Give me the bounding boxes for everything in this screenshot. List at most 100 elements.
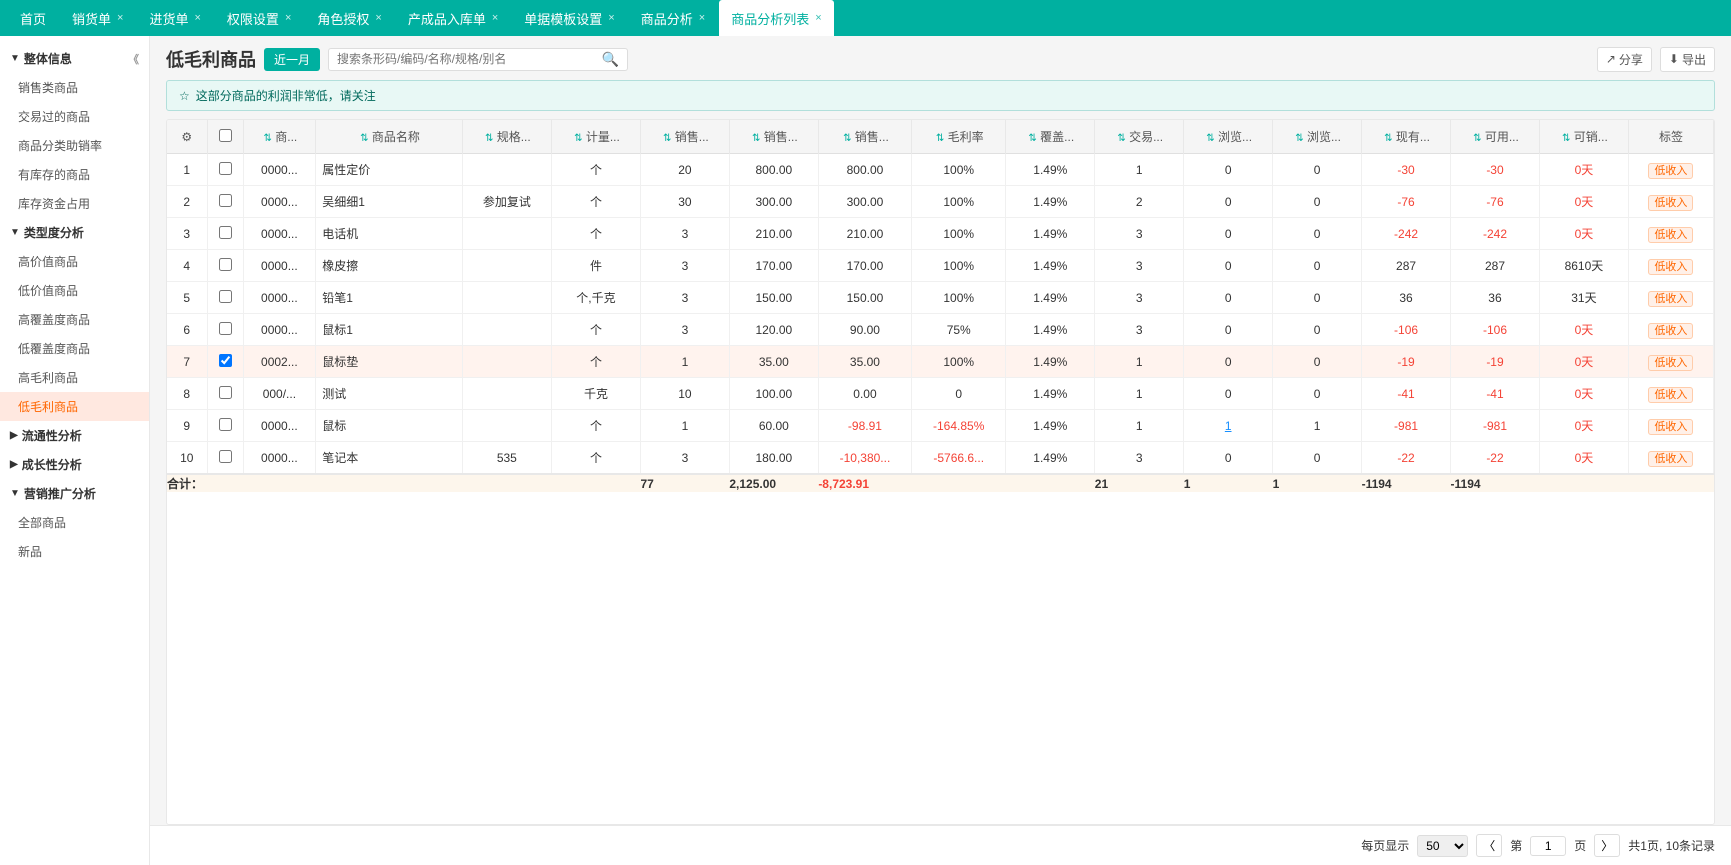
sort-icon[interactable]: ⇅ bbox=[1028, 133, 1036, 144]
row-checkbox[interactable] bbox=[207, 410, 243, 442]
row-sales-price: 120.00 bbox=[729, 314, 818, 346]
row-checkbox[interactable] bbox=[207, 442, 243, 475]
row-available: -19 bbox=[1451, 346, 1540, 378]
row-available: -106 bbox=[1451, 314, 1540, 346]
row-sales-profit: -10,380... bbox=[818, 442, 911, 475]
sort-icon[interactable]: ⇅ bbox=[1295, 133, 1303, 144]
row-trade-count: 3 bbox=[1095, 250, 1184, 282]
sidebar-item-low-coverage[interactable]: 低覆盖度商品 bbox=[0, 334, 149, 363]
sort-icon[interactable]: ⇅ bbox=[485, 133, 493, 144]
sidebar-item-high-margin[interactable]: 高毛利商品 bbox=[0, 363, 149, 392]
settings-column-header[interactable]: ⚙ bbox=[167, 120, 207, 154]
row-coverage: 1.49% bbox=[1006, 154, 1095, 186]
close-icon[interactable]: × bbox=[285, 12, 291, 24]
sidebar-item-stock-capital[interactable]: 库存资金占用 bbox=[0, 189, 149, 218]
row-current: -106 bbox=[1362, 314, 1451, 346]
row-checkbox[interactable] bbox=[207, 314, 243, 346]
sidebar-item-category-rate[interactable]: 商品分类助销率 bbox=[0, 131, 149, 160]
sort-icon[interactable]: ⇅ bbox=[936, 133, 944, 144]
sort-icon[interactable]: ⇅ bbox=[1562, 133, 1570, 144]
nav-item-permissions[interactable]: 权限设置 × bbox=[215, 0, 303, 36]
footer-row: 合计： 77 2,125.00 -8,723.91 21 1 1 -1194 -… bbox=[167, 474, 1714, 492]
sidebar-item-high-coverage[interactable]: 高覆盖度商品 bbox=[0, 305, 149, 334]
select-all-checkbox[interactable] bbox=[219, 129, 232, 142]
search-input[interactable] bbox=[337, 52, 602, 66]
sidebar-item-traded-goods[interactable]: 交易过的商品 bbox=[0, 102, 149, 131]
page-number-input[interactable] bbox=[1530, 836, 1566, 856]
sidebar-item-in-stock[interactable]: 有库存的商品 bbox=[0, 160, 149, 189]
sidebar-item-all-goods[interactable]: 全部商品 bbox=[0, 508, 149, 537]
close-icon[interactable]: × bbox=[375, 12, 381, 24]
close-icon[interactable]: × bbox=[608, 12, 614, 24]
row-checkbox[interactable] bbox=[207, 282, 243, 314]
chevron-down-icon: ▼ bbox=[10, 488, 20, 499]
nav-item-purchase[interactable]: 进货单 × bbox=[137, 0, 212, 36]
nav-item-template[interactable]: 单据模板设置 × bbox=[512, 0, 626, 36]
row-unit: 件 bbox=[552, 250, 641, 282]
row-available: -22 bbox=[1451, 442, 1540, 475]
close-icon[interactable]: × bbox=[699, 12, 705, 24]
sort-icon[interactable]: ⇅ bbox=[264, 133, 272, 144]
nav-item-product-analysis-list[interactable]: 商品分析列表 × bbox=[719, 0, 833, 36]
row-checkbox[interactable] bbox=[207, 186, 243, 218]
nav-item-product-analysis[interactable]: 商品分析 × bbox=[629, 0, 717, 36]
sort-icon[interactable]: ⇅ bbox=[843, 133, 851, 144]
row-checkbox[interactable] bbox=[207, 250, 243, 282]
sort-icon[interactable]: ⇅ bbox=[574, 133, 582, 144]
close-icon[interactable]: × bbox=[815, 12, 821, 24]
sort-icon[interactable]: ⇅ bbox=[752, 133, 760, 144]
row-coverage: 1.49% bbox=[1006, 410, 1095, 442]
sidebar-item-high-value[interactable]: 高价值商品 bbox=[0, 247, 149, 276]
share-button[interactable]: ↗ 分享 bbox=[1597, 47, 1652, 72]
sidebar-item-low-margin[interactable]: 低毛利商品 bbox=[0, 392, 149, 421]
nav-item-home[interactable]: 首页 bbox=[8, 0, 58, 36]
close-icon[interactable]: × bbox=[492, 12, 498, 24]
settings-icon[interactable]: ⚙ bbox=[181, 130, 192, 144]
sort-icon[interactable]: ⇅ bbox=[1384, 133, 1392, 144]
row-name: 橡皮擦 bbox=[316, 250, 462, 282]
prev-page-button[interactable]: 〈 bbox=[1476, 834, 1502, 857]
row-margin-rate: 100% bbox=[912, 154, 1006, 186]
row-checkbox[interactable] bbox=[207, 154, 243, 186]
checkbox-column-header[interactable] bbox=[207, 120, 243, 154]
filter-button[interactable]: 近一月 bbox=[264, 48, 320, 71]
row-checkbox[interactable] bbox=[207, 218, 243, 250]
row-saleable: 0天 bbox=[1539, 442, 1628, 475]
row-name: 鼠标1 bbox=[316, 314, 462, 346]
sort-icon[interactable]: ⇅ bbox=[1473, 133, 1481, 144]
sidebar-item-low-value[interactable]: 低价值商品 bbox=[0, 276, 149, 305]
nav-item-product-inbound[interactable]: 产成品入库单 × bbox=[396, 0, 510, 36]
footer-sales-price: 2,125.00 bbox=[729, 474, 818, 492]
collapse-icon[interactable]: 《 bbox=[128, 51, 139, 67]
close-icon[interactable]: × bbox=[117, 12, 123, 24]
sidebar-item-sales-goods[interactable]: 销售类商品 bbox=[0, 73, 149, 102]
next-page-button[interactable]: 〉 bbox=[1594, 834, 1620, 857]
row-spec bbox=[462, 218, 551, 250]
row-unit: 个 bbox=[552, 314, 641, 346]
sort-icon[interactable]: ⇅ bbox=[1117, 133, 1125, 144]
export-button[interactable]: ⬇ 导出 bbox=[1660, 47, 1715, 72]
row-spec bbox=[462, 346, 551, 378]
row-checkbox[interactable] bbox=[207, 346, 243, 378]
row-no: 8 bbox=[167, 378, 207, 410]
sort-icon[interactable]: ⇅ bbox=[663, 133, 671, 144]
sort-icon[interactable]: ⇅ bbox=[360, 133, 368, 144]
search-icon[interactable]: 🔍 bbox=[602, 51, 619, 68]
sort-icon[interactable]: ⇅ bbox=[1206, 133, 1214, 144]
close-icon[interactable]: × bbox=[194, 12, 200, 24]
sidebar-group-type-analysis[interactable]: ▼ 类型度分析 bbox=[0, 218, 149, 247]
sidebar-group-overview[interactable]: ▼ 整体信息 《 bbox=[0, 44, 149, 73]
table-row: 5 0000... 铅笔1 个,千克 3 150.00 150.00 100% … bbox=[167, 282, 1714, 314]
sidebar-group-growth-analysis[interactable]: ▶ 成长性分析 bbox=[0, 450, 149, 479]
sidebar-item-new-goods[interactable]: 新品 bbox=[0, 537, 149, 566]
row-view1: 0 bbox=[1184, 346, 1273, 378]
nav-item-sales[interactable]: 销货单 × bbox=[60, 0, 135, 36]
nav-item-roles[interactable]: 角色授权 × bbox=[305, 0, 393, 36]
sidebar-group-flow-analysis[interactable]: ▶ 流通性分析 bbox=[0, 421, 149, 450]
per-page-select[interactable]: 50 20 100 bbox=[1417, 835, 1468, 857]
row-no: 1 bbox=[167, 154, 207, 186]
row-sales-count: 20 bbox=[640, 154, 729, 186]
sidebar-group-marketing-analysis[interactable]: ▼ 营销推广分析 bbox=[0, 479, 149, 508]
chevron-right-icon: ▶ bbox=[10, 459, 18, 470]
row-checkbox[interactable] bbox=[207, 378, 243, 410]
